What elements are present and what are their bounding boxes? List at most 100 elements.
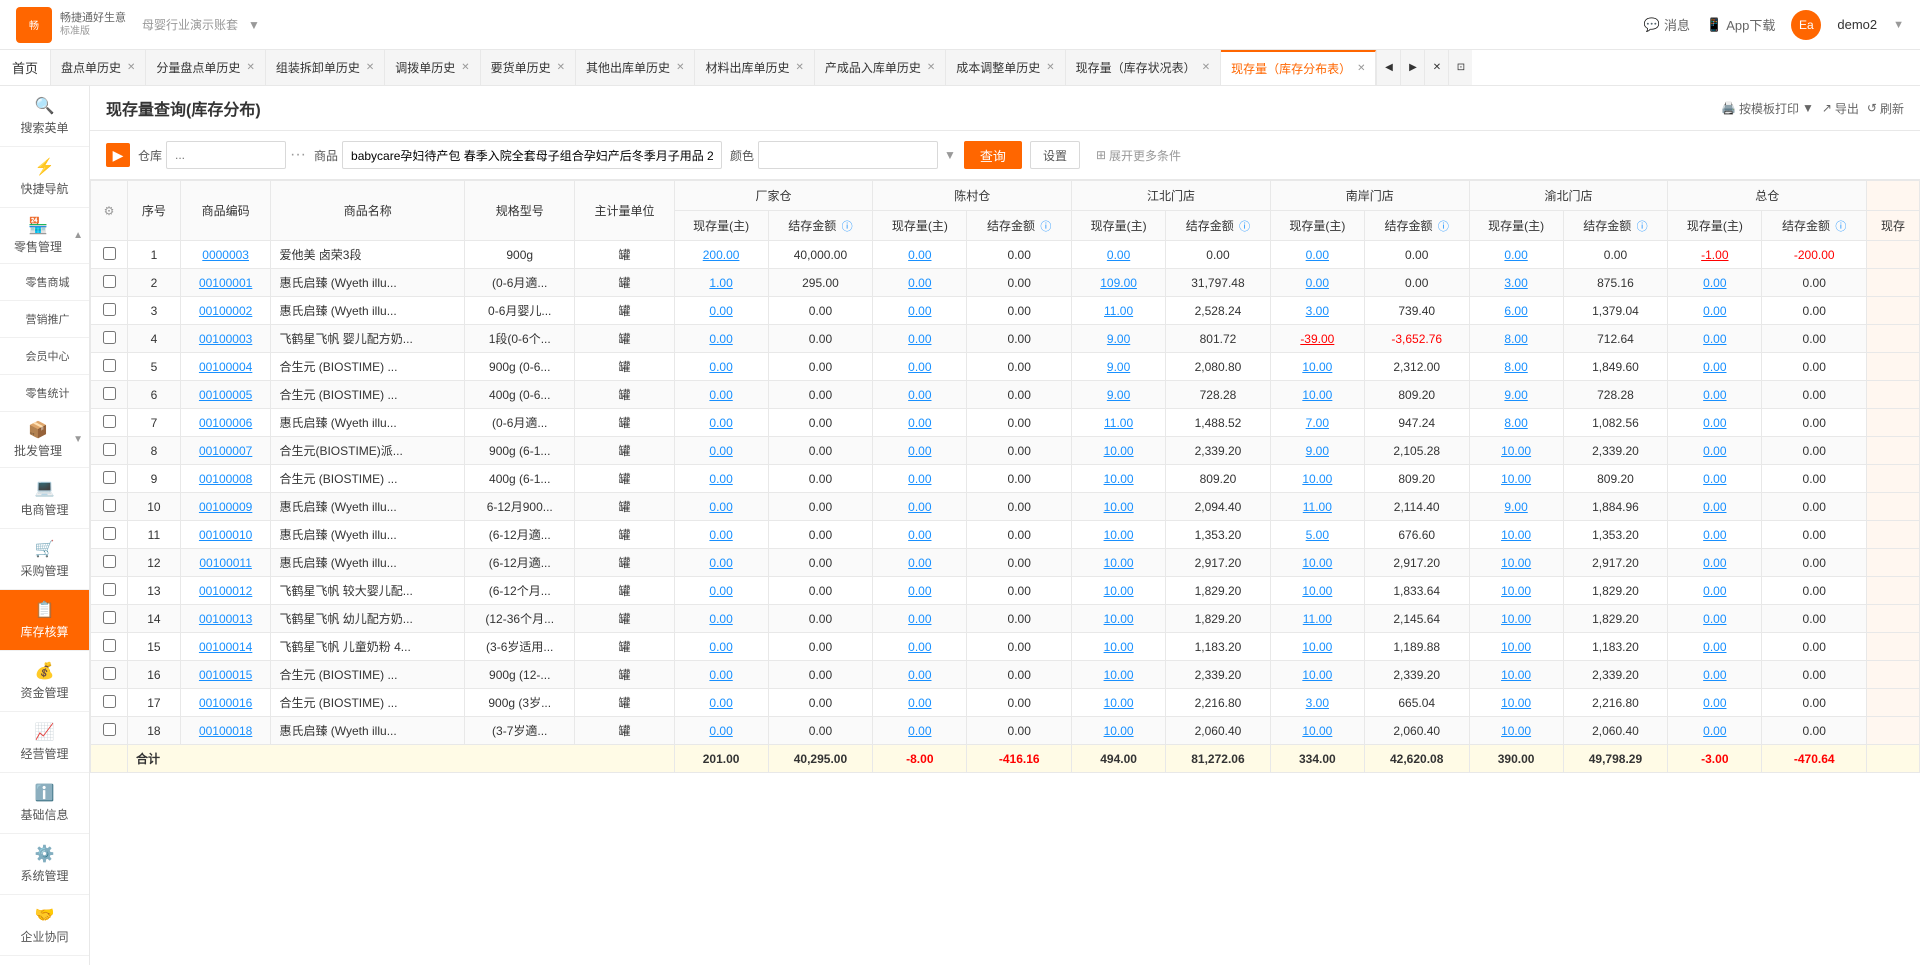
row-checkbox-cell[interactable] [91,577,128,605]
yuubei-stock-link[interactable]: 10.00 [1501,556,1531,570]
tab-close-icon[interactable]: ✕ [795,62,803,73]
row-checkbox-cell[interactable] [91,605,128,633]
yuubei-stock-link[interactable]: 8.00 [1504,332,1527,346]
row-checkbox-cell[interactable] [91,661,128,689]
row-checkbox[interactable] [103,331,116,344]
sidebar-item-enterprise-collab[interactable]: 🤝 企业协同 [0,895,89,956]
row-checkbox-cell[interactable] [91,493,128,521]
chen-stock-link[interactable]: 0.00 [908,724,931,738]
tab-home[interactable]: 首页 [0,50,51,86]
product-input[interactable] [342,141,722,169]
jiangbei-stock-link[interactable]: 10.00 [1104,612,1134,626]
fac-stock-link[interactable]: 0.00 [709,724,732,738]
info-icon[interactable]: ⓘ [1239,221,1250,233]
yuubei-stock-link[interactable]: 10.00 [1501,640,1531,654]
fac-stock-link[interactable]: 1.00 [709,276,732,290]
row-checkbox-cell[interactable] [91,717,128,745]
sidebar-item-finance[interactable]: 💰 资金管理 [0,651,89,712]
dropdown-icon[interactable]: ▼ [248,18,260,32]
product-code-link[interactable]: 00100001 [199,276,252,290]
tab-close-icon[interactable]: ✕ [1202,62,1210,73]
tab-assemble[interactable]: 组装拆卸单历史 ✕ [266,50,385,86]
product-code-link[interactable]: 00100005 [199,388,252,402]
fac-stock-link[interactable]: 0.00 [709,696,732,710]
fac-stock-link[interactable]: 0.00 [709,556,732,570]
row-checkbox-cell[interactable] [91,633,128,661]
yuubei-stock-link[interactable]: 10.00 [1501,444,1531,458]
row-checkbox[interactable] [103,275,116,288]
jiangbei-stock-link[interactable]: 10.00 [1104,472,1134,486]
yuubei-stock-link[interactable]: 10.00 [1501,472,1531,486]
fac-stock-link[interactable]: 0.00 [709,360,732,374]
product-code-link[interactable]: 00100004 [199,360,252,374]
yuubei-stock-link[interactable]: 10.00 [1501,612,1531,626]
tab-nav-expand[interactable]: ⊡ [1448,50,1472,86]
sidebar-item-ecommerce[interactable]: 💻 电商管理 [0,468,89,529]
fac-stock-link[interactable]: 0.00 [709,640,732,654]
total-stock-link[interactable]: 0.00 [1703,612,1726,626]
sidebar-item-retail-store[interactable]: 零售商城 [0,264,89,301]
yuubei-stock-link[interactable]: 10.00 [1501,528,1531,542]
product-code-link[interactable]: 00100008 [199,472,252,486]
info-icon[interactable]: ⓘ [842,221,853,233]
product-code-link[interactable]: 00100009 [199,500,252,514]
yuubei-stock-link[interactable]: 3.00 [1504,276,1527,290]
jiangbei-stock-link[interactable]: 10.00 [1104,556,1134,570]
tab-nav-close[interactable]: ✕ [1424,50,1448,86]
tab-close-icon[interactable]: ✕ [1357,63,1365,74]
product-code-link[interactable]: 0000003 [202,248,249,262]
search-btn[interactable]: 查询 [964,141,1022,169]
color-dropdown-icon[interactable]: ▼ [944,148,956,162]
total-stock-link[interactable]: 0.00 [1703,276,1726,290]
tab-nav-next[interactable]: ▶ [1400,50,1424,86]
nanao-stock-link[interactable]: 3.00 [1306,696,1329,710]
yuubei-stock-link[interactable]: 10.00 [1501,696,1531,710]
chen-stock-link[interactable]: 0.00 [908,332,931,346]
yuubei-stock-link[interactable]: 8.00 [1504,416,1527,430]
sidebar-item-basic-info[interactable]: ℹ️ 基础信息 [0,773,89,834]
row-checkbox-cell[interactable] [91,381,128,409]
yuubei-stock-link[interactable]: 10.00 [1501,724,1531,738]
fac-stock-link[interactable]: 0.00 [709,444,732,458]
info-icon[interactable]: ⓘ [1040,221,1051,233]
sidebar-item-wholesale[interactable]: 📦 批发管理 ▼ [0,412,89,468]
info-icon[interactable]: ⓘ [1835,221,1846,233]
row-checkbox[interactable] [103,499,116,512]
tab-close-icon[interactable]: ✕ [246,62,254,73]
tab-close-icon[interactable]: ✕ [676,62,684,73]
col-settings[interactable]: ⚙ [91,181,128,241]
jiangbei-stock-link[interactable]: 10.00 [1104,668,1134,682]
jiangbei-stock-link[interactable]: 10.00 [1104,528,1134,542]
total-stock-link[interactable]: 0.00 [1703,500,1726,514]
product-code-link[interactable]: 00100011 [199,556,252,570]
tab-close-icon[interactable]: ✕ [366,62,374,73]
chen-stock-link[interactable]: 0.00 [908,668,931,682]
product-code-link[interactable]: 00100018 [199,724,252,738]
nanao-stock-link[interactable]: 10.00 [1302,360,1332,374]
tab-purchase-order[interactable]: 要货单历史 ✕ [481,50,576,86]
sidebar-item-inventory[interactable]: 📋 库存核算 [0,590,89,651]
row-checkbox-cell[interactable] [91,437,128,465]
tab-nav-prev[interactable]: ◀ [1376,50,1400,86]
total-stock-link[interactable]: -1.00 [1701,248,1728,262]
jiangbei-stock-link[interactable]: 9.00 [1107,332,1130,346]
tab-close-icon[interactable]: ✕ [1046,62,1054,73]
row-checkbox[interactable] [103,639,116,652]
tab-close-icon[interactable]: ✕ [557,62,565,73]
jiangbei-stock-link[interactable]: 9.00 [1107,360,1130,374]
total-stock-link[interactable]: 0.00 [1703,332,1726,346]
nanao-stock-link[interactable]: 10.00 [1302,388,1332,402]
refresh-btn[interactable]: ↺ 刷新 [1867,100,1904,117]
sidebar-item-marketing[interactable]: 营销推广 [0,301,89,338]
product-code-link[interactable]: 00100010 [199,528,252,542]
nanao-stock-link[interactable]: 10.00 [1302,640,1332,654]
nanao-stock-link[interactable]: 5.00 [1306,528,1329,542]
color-input[interactable] [758,141,938,169]
nanao-stock-link[interactable]: 11.00 [1303,612,1332,626]
total-stock-link[interactable]: 0.00 [1703,640,1726,654]
chen-stock-link[interactable]: 0.00 [908,696,931,710]
row-checkbox[interactable] [103,303,116,316]
tab-allocation[interactable]: 调拨单历史 ✕ [385,50,480,86]
total-stock-link[interactable]: 0.00 [1703,724,1726,738]
yuubei-stock-link[interactable]: 8.00 [1504,360,1527,374]
